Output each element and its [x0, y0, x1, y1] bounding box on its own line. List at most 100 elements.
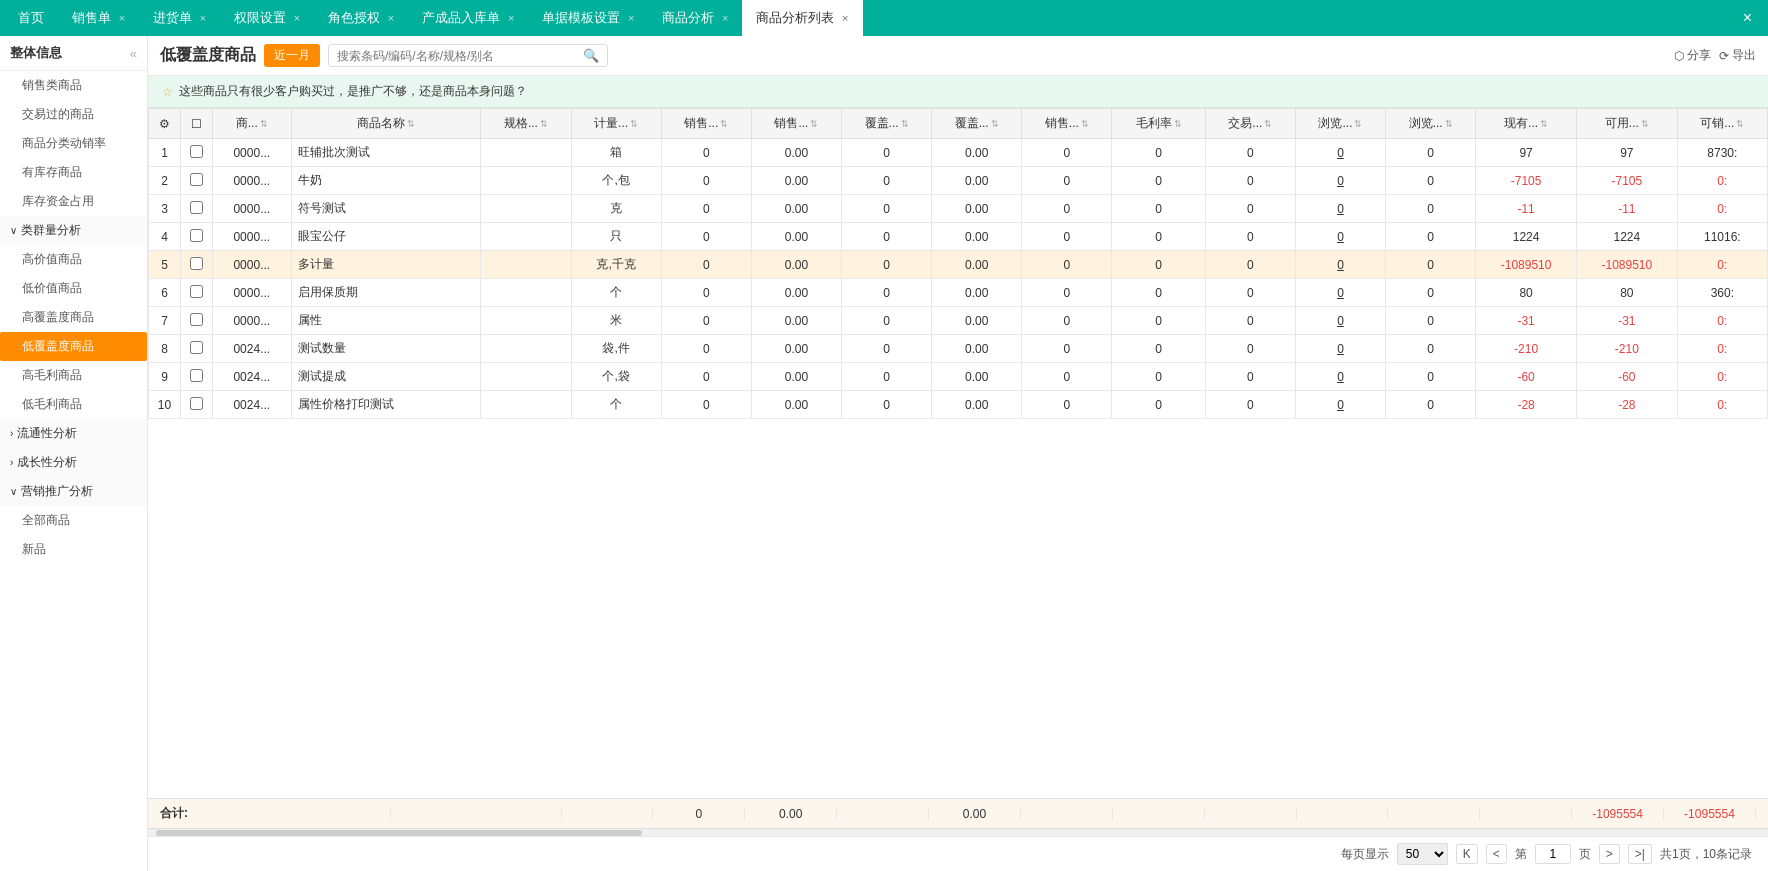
col-view1[interactable]: 浏览...⇅: [1295, 109, 1385, 139]
row-no: 10: [149, 391, 181, 419]
row-checkbox[interactable]: [181, 139, 213, 167]
nav-purchase[interactable]: 进货单 ×: [139, 0, 220, 36]
col-spec[interactable]: 规格...⇅: [481, 109, 571, 139]
row-view1[interactable]: 0: [1295, 167, 1385, 195]
col-stock-cur[interactable]: 现有...⇅: [1476, 109, 1577, 139]
nav-close-template[interactable]: ×: [628, 12, 634, 24]
nav-close-analysis[interactable]: ×: [722, 12, 728, 24]
col-name[interactable]: 商品名称⇅: [291, 109, 481, 139]
row-sale-amt: 0.00: [751, 307, 841, 335]
col-unit[interactable]: 计量...⇅: [571, 109, 661, 139]
row-view1[interactable]: 0: [1295, 279, 1385, 307]
sidebar-item-low-coverage[interactable]: 低覆盖度商品: [0, 332, 147, 361]
row-checkbox[interactable]: [181, 251, 213, 279]
prev-page-button[interactable]: <: [1486, 844, 1507, 864]
search-box[interactable]: 🔍: [328, 44, 608, 67]
sidebar-item-new-goods[interactable]: 新品: [0, 535, 147, 564]
row-view1[interactable]: 0: [1295, 307, 1385, 335]
sidebar-collapse-btn[interactable]: «: [130, 46, 137, 61]
nav-home[interactable]: 首页: [4, 0, 58, 36]
row-checkbox[interactable]: [181, 307, 213, 335]
row-spec: [481, 307, 571, 335]
row-view1[interactable]: 0: [1295, 391, 1385, 419]
share-button[interactable]: ⬡ 分享: [1674, 47, 1711, 64]
last-page-button[interactable]: >|: [1628, 844, 1652, 864]
next-page-button[interactable]: >: [1599, 844, 1620, 864]
sidebar-group-liquidity[interactable]: › 流通性分析: [0, 419, 147, 448]
sidebar-item-sales-goods[interactable]: 销售类商品: [0, 71, 147, 100]
export-button[interactable]: ⟳ 导出: [1719, 47, 1756, 64]
nav-analysis[interactable]: 商品分析 ×: [648, 0, 742, 36]
row-gross-rate: 0: [1112, 391, 1205, 419]
nav-product-in[interactable]: 产成品入库单 ×: [408, 0, 528, 36]
nav-template[interactable]: 单据模板设置 ×: [528, 0, 648, 36]
sidebar-item-stock-goods[interactable]: 有库存商品: [0, 158, 147, 187]
col-cover2[interactable]: 覆盖...⇅: [932, 109, 1022, 139]
sidebar-item-traded-goods[interactable]: 交易过的商品: [0, 100, 147, 129]
search-input[interactable]: [337, 49, 579, 63]
row-checkbox[interactable]: [181, 363, 213, 391]
col-settings[interactable]: ⚙: [149, 109, 181, 139]
row-checkbox[interactable]: [181, 167, 213, 195]
row-no: 9: [149, 363, 181, 391]
col-sale-amt[interactable]: 销售...⇅: [751, 109, 841, 139]
page-input[interactable]: 1: [1535, 844, 1571, 864]
sidebar-item-all-goods[interactable]: 全部商品: [0, 506, 147, 535]
row-view1[interactable]: 0: [1295, 195, 1385, 223]
star-icon: ☆: [162, 85, 173, 99]
nav-close-role[interactable]: ×: [388, 12, 394, 24]
sidebar-group-marketing[interactable]: ∨ 营销推广分析: [0, 477, 147, 506]
row-view1[interactable]: 0: [1295, 335, 1385, 363]
row-unit: 个: [571, 279, 661, 307]
col-code[interactable]: 商...⇅: [213, 109, 292, 139]
nav-close-permission[interactable]: ×: [294, 12, 300, 24]
sidebar-item-low-margin[interactable]: 低毛利商品: [0, 390, 147, 419]
row-unit: 只: [571, 223, 661, 251]
col-view2[interactable]: 浏览...⇅: [1386, 109, 1476, 139]
nav-close-product-in[interactable]: ×: [508, 12, 514, 24]
nav-close-analysis-list[interactable]: ×: [842, 12, 848, 24]
sidebar-item-high-margin[interactable]: 高毛利商品: [0, 361, 147, 390]
col-cover1[interactable]: 覆盖...⇅: [841, 109, 931, 139]
first-page-button[interactable]: K: [1456, 844, 1478, 864]
nav-sales[interactable]: 销售单 ×: [58, 0, 139, 36]
col-stock-sale[interactable]: 可销...⇅: [1677, 109, 1767, 139]
col-stock-avail[interactable]: 可用...⇅: [1576, 109, 1677, 139]
per-page-select[interactable]: 50 10 20 100: [1397, 843, 1448, 865]
row-view1[interactable]: 0: [1295, 251, 1385, 279]
nav-permission[interactable]: 权限设置 ×: [220, 0, 314, 36]
col-checkbox[interactable]: ☐: [181, 109, 213, 139]
sidebar-item-category-rate[interactable]: 商品分类动销率: [0, 129, 147, 158]
row-checkbox[interactable]: [181, 279, 213, 307]
row-no: 7: [149, 307, 181, 335]
sidebar-group-cluster[interactable]: ∨ 类群量分析: [0, 216, 147, 245]
row-view1[interactable]: 0: [1295, 363, 1385, 391]
col-sale-qty[interactable]: 销售...⇅: [661, 109, 751, 139]
sidebar-item-low-value[interactable]: 低价值商品: [0, 274, 147, 303]
row-name: 旺辅批次测试: [291, 139, 481, 167]
row-cover2: 0.00: [932, 391, 1022, 419]
row-code: 0000...: [213, 223, 292, 251]
nav-role[interactable]: 角色授权 ×: [314, 0, 408, 36]
row-gross-rate: 0: [1112, 139, 1205, 167]
search-icon[interactable]: 🔍: [583, 48, 599, 63]
row-unit: 个,袋: [571, 363, 661, 391]
date-filter-button[interactable]: 近一月: [264, 44, 320, 67]
nav-analysis-list[interactable]: 商品分析列表 ×: [742, 0, 862, 36]
sidebar-item-stock-funds[interactable]: 库存资金占用: [0, 187, 147, 216]
nav-close-sales[interactable]: ×: [119, 12, 125, 24]
sidebar-item-high-coverage[interactable]: 高覆盖度商品: [0, 303, 147, 332]
row-checkbox[interactable]: [181, 223, 213, 251]
row-view1[interactable]: 0: [1295, 139, 1385, 167]
row-checkbox[interactable]: [181, 391, 213, 419]
row-checkbox[interactable]: [181, 335, 213, 363]
col-sale-cust[interactable]: 销售...⇅: [1022, 109, 1112, 139]
row-view1[interactable]: 0: [1295, 223, 1385, 251]
col-gross-rate[interactable]: 毛利率⇅: [1112, 109, 1205, 139]
sidebar-group-growth[interactable]: › 成长性分析: [0, 448, 147, 477]
sidebar-item-high-value[interactable]: 高价值商品: [0, 245, 147, 274]
window-close-button[interactable]: ×: [1731, 0, 1764, 36]
row-checkbox[interactable]: [181, 195, 213, 223]
nav-close-purchase[interactable]: ×: [200, 12, 206, 24]
col-trade-cnt[interactable]: 交易...⇅: [1205, 109, 1295, 139]
